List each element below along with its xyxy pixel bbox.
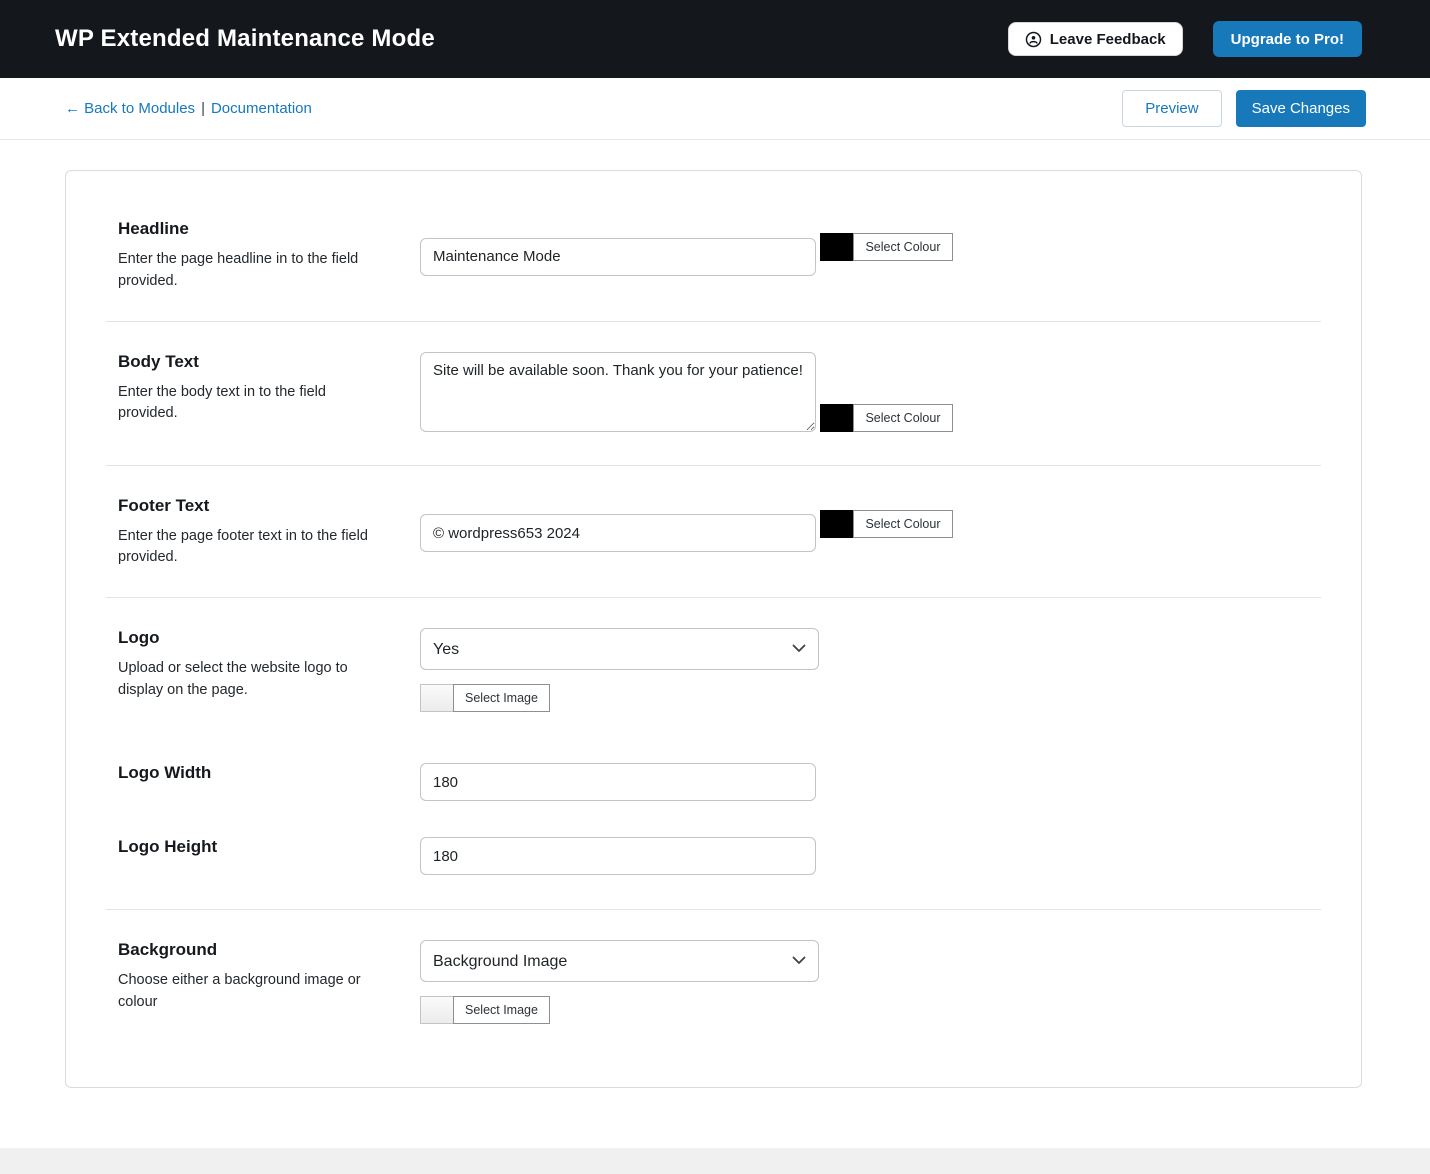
logo-width-label: Logo Width — [118, 763, 212, 782]
upgrade-to-pro-button[interactable]: Upgrade to Pro! — [1212, 21, 1362, 57]
page-title: WP Extended Maintenance Mode — [55, 25, 435, 52]
leave-feedback-button[interactable]: Leave Feedback — [1007, 22, 1183, 56]
logo-height-labels: Logo Height — [118, 837, 420, 875]
body-text-section: Body Text Enter the body text in to the … — [66, 322, 1361, 465]
body-text-labels: Body Text Enter the body text in to the … — [118, 352, 420, 437]
logo-width-labels: Logo Width — [118, 763, 420, 801]
headline-color-swatch[interactable] — [820, 233, 854, 261]
headline-controls: Select Colour — [420, 219, 1321, 293]
logo-height-controls — [420, 837, 1321, 875]
logo-width-section: Logo Width — [66, 745, 1361, 819]
background-select[interactable]: Background Image — [420, 940, 819, 982]
preview-button[interactable]: Preview — [1122, 90, 1222, 127]
logo-image-swatch[interactable] — [420, 684, 453, 712]
toolbar-actions: Preview Save Changes — [1122, 90, 1366, 127]
footer-text-labels: Footer Text Enter the page footer text i… — [118, 496, 420, 570]
background-description: Choose either a background image or colo… — [118, 972, 361, 1010]
logo-width-controls — [420, 763, 1321, 801]
background-controls: Background Image Select Image — [420, 940, 1321, 1029]
leave-feedback-label: Leave Feedback — [1049, 30, 1166, 48]
toolbar: ← Back to Modules | Documentation Preview … — [0, 78, 1430, 140]
headline-select-colour-button[interactable]: Select Colour — [853, 233, 953, 261]
background-label: Background — [118, 940, 218, 959]
body-text-select-colour-button[interactable]: Select Colour — [853, 403, 953, 432]
background-select-wrap: Background Image — [420, 940, 819, 982]
background-image-swatch[interactable] — [420, 996, 453, 1024]
logo-description: Upload or select the website logo to dis… — [118, 660, 348, 698]
footer-text-color-swatch[interactable] — [820, 509, 854, 538]
logo-height-input[interactable] — [420, 837, 816, 875]
footer-text-section: Footer Text Enter the page footer text i… — [66, 466, 1361, 598]
feedback-icon — [1025, 31, 1042, 48]
logo-image-control: Select Image — [420, 684, 550, 712]
back-to-modules-link[interactable]: ← Back to Modules — [65, 100, 195, 117]
background-select-image-button[interactable]: Select Image — [453, 996, 550, 1024]
documentation-link[interactable]: Documentation — [211, 100, 312, 117]
logo-labels: Logo Upload or select the website logo t… — [118, 628, 420, 717]
logo-select[interactable]: Yes — [420, 628, 819, 670]
footer-text-color-control: Select Colour — [820, 509, 953, 538]
logo-height-label: Logo Height — [118, 837, 218, 856]
headline-section: Headline Enter the page headline in to t… — [66, 189, 1361, 321]
settings-card: Headline Enter the page headline in to t… — [65, 170, 1362, 1088]
headline-description: Enter the page headline in to the field … — [118, 251, 359, 289]
bottom-spacer — [0, 1088, 1430, 1148]
body-text-textarea[interactable]: Site will be available soon. Thank you f… — [420, 351, 816, 432]
body-text-label: Body Text — [118, 351, 199, 371]
background-image-control: Select Image — [420, 996, 550, 1024]
save-changes-button[interactable]: Save Changes — [1235, 90, 1366, 127]
logo-select-wrap: Yes — [420, 628, 819, 670]
body-text-controls: Site will be available soon. Thank you f… — [420, 351, 1321, 437]
headline-labels: Headline Enter the page headline in to t… — [118, 219, 420, 293]
headline-color-control: Select Colour — [820, 233, 953, 261]
footer-text-label: Footer Text — [118, 495, 210, 515]
headline-label: Headline — [118, 219, 189, 238]
breadcrumb: ← Back to Modules | Documentation — [65, 100, 312, 117]
body-text-color-swatch[interactable] — [820, 403, 854, 432]
link-separator: | — [201, 100, 205, 117]
app-header: WP Extended Maintenance Mode Leave Feedb… — [0, 0, 1430, 78]
logo-select-image-button[interactable]: Select Image — [453, 684, 550, 712]
header-actions: Leave Feedback Upgrade to Pro! — [1007, 21, 1362, 57]
logo-width-input[interactable] — [420, 763, 816, 801]
footer-text-input[interactable] — [420, 514, 816, 552]
headline-input[interactable] — [420, 237, 816, 276]
body-text-description: Enter the body text in to the field prov… — [118, 383, 326, 422]
footer-text-description: Enter the page footer text in to the fie… — [118, 527, 368, 566]
logo-controls: Yes Select Image — [420, 628, 1321, 717]
logo-height-section: Logo Height — [66, 819, 1361, 909]
logo-section: Logo Upload or select the website logo t… — [66, 598, 1361, 745]
body-text-color-control: Select Colour — [820, 403, 953, 432]
background-labels: Background Choose either a background im… — [118, 940, 420, 1029]
page: WP Extended Maintenance Mode Leave Feedb… — [0, 0, 1430, 1148]
background-section: Background Choose either a background im… — [66, 910, 1361, 1057]
logo-label: Logo — [118, 628, 160, 647]
footer-text-controls: Select Colour — [420, 496, 1321, 570]
footer-text-select-colour-button[interactable]: Select Colour — [853, 509, 953, 538]
